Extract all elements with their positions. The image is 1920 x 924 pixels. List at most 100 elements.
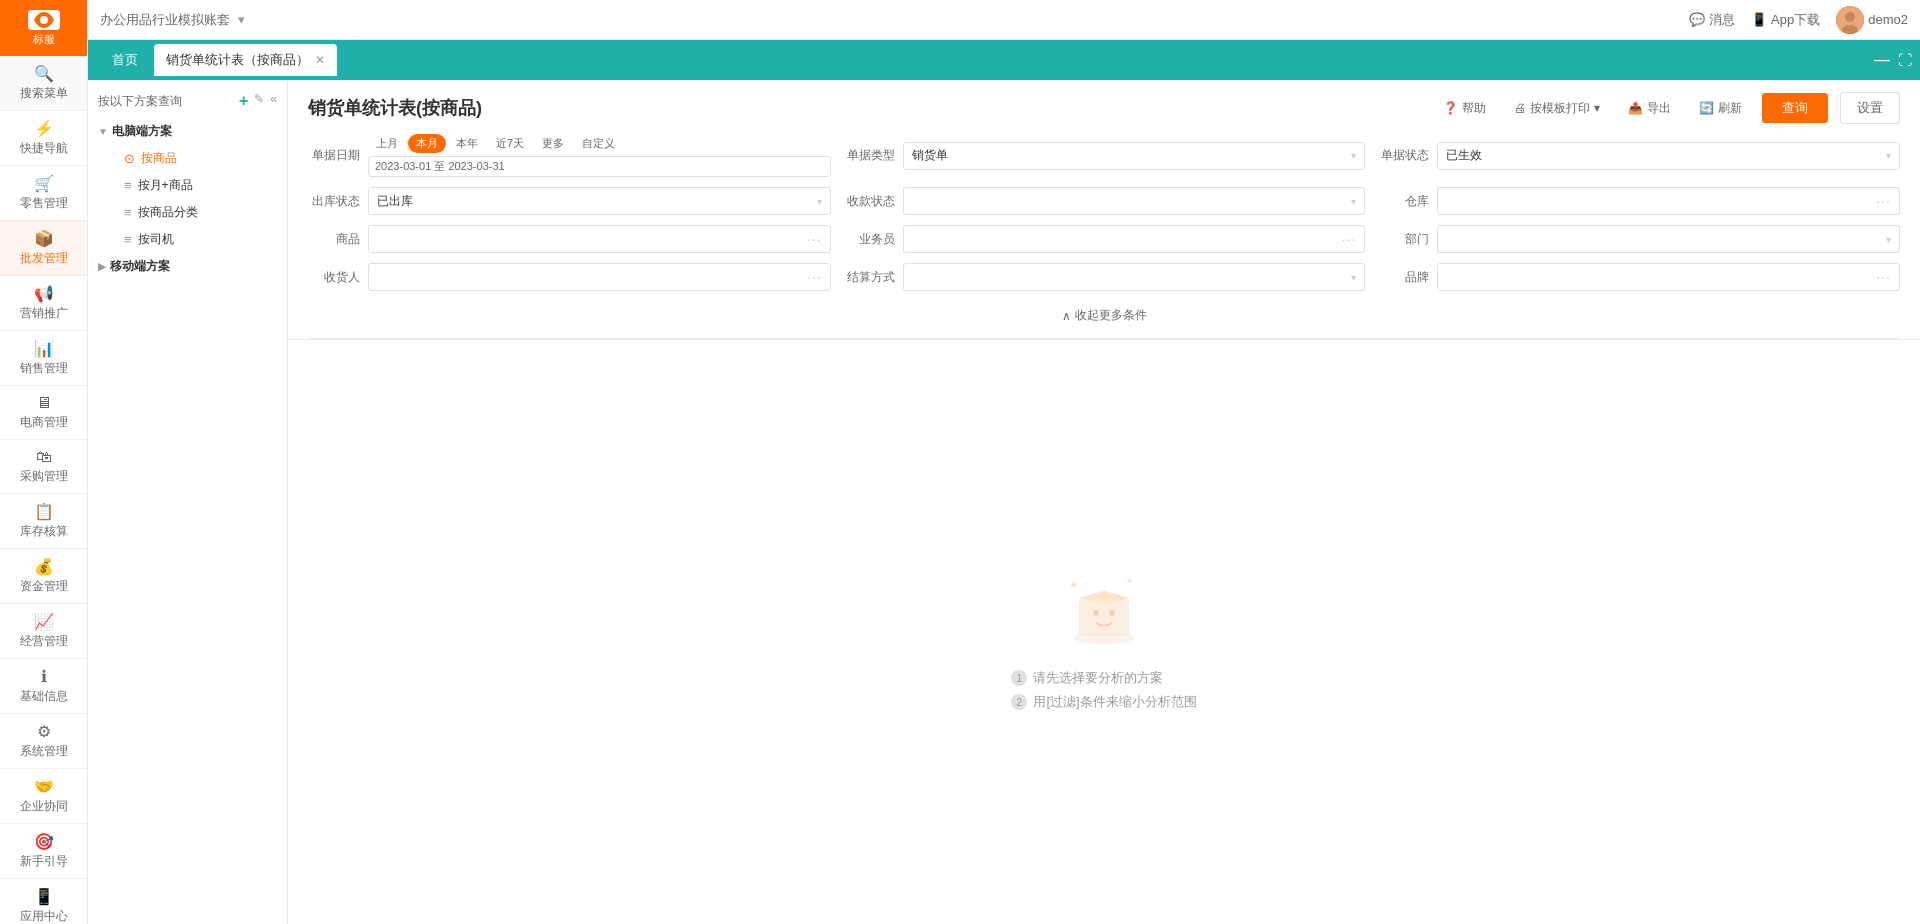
tree-pc-scheme[interactable]: ▼ 电脑端方案 xyxy=(88,118,287,145)
avatar xyxy=(1836,6,1864,34)
field-salesperson: 业务员 ··· xyxy=(843,225,1366,253)
single-type-label: 单据类型 xyxy=(843,147,895,164)
sidebar-label-operations: 经营管理 xyxy=(20,633,68,650)
query-button[interactable]: 查询 xyxy=(1762,93,1828,123)
sidebar-item-purchase[interactable]: 🛍 采购管理 xyxy=(0,440,87,494)
help-button[interactable]: ❓ 帮助 xyxy=(1435,96,1494,121)
sidebar-item-app-center[interactable]: 📱 应用中心 xyxy=(0,879,87,924)
sidebar-item-marketing[interactable]: 📢 营销推广 xyxy=(0,276,87,331)
tab-maximize-icon[interactable]: ⛶ xyxy=(1898,52,1912,68)
product-input[interactable]: ··· xyxy=(368,225,831,253)
sidebar-item-system[interactable]: ⚙ 系统管理 xyxy=(0,714,87,769)
tab-minimize-icon[interactable]: — xyxy=(1874,51,1890,69)
field-department: 部门 ▾ xyxy=(1377,225,1900,253)
brand-input[interactable]: ··· xyxy=(1437,263,1900,291)
tree-by-month-product[interactable]: ≡ 按月+商品 xyxy=(88,172,287,199)
date-tab-custom[interactable]: 自定义 xyxy=(574,134,623,153)
tree-mobile-scheme[interactable]: ▶ 移动端方案 xyxy=(88,253,287,280)
export-button[interactable]: 📤 导出 xyxy=(1620,96,1679,121)
enterprise-icon: 🤝 xyxy=(34,777,54,796)
export-icon: 📤 xyxy=(1628,101,1643,115)
tab-close-icon[interactable]: ✕ xyxy=(315,53,325,67)
refresh-button[interactable]: 🔄 刷新 xyxy=(1691,96,1750,121)
sidebar-item-inventory[interactable]: 📋 库存核算 xyxy=(0,494,87,549)
date-range-display[interactable]: 2023-03-01 至 2023-03-31 xyxy=(368,156,831,177)
tree-by-cashier[interactable]: ≡ 按司机 xyxy=(88,226,287,253)
tab-sales-stats[interactable]: 销货单统计表（按商品） ✕ xyxy=(154,44,337,76)
tree-arrow-pc: ▼ xyxy=(98,126,108,137)
inventory-icon: 📋 xyxy=(34,502,54,521)
sidebar-item-wholesale[interactable]: 📦 批发管理 xyxy=(0,221,87,276)
by-month-product-icon: ≡ xyxy=(124,178,132,193)
product-label: 商品 xyxy=(308,231,360,248)
top-header: 办公用品行业模拟账套 ▾ 💬 消息 📱 App下载 de xyxy=(88,0,1920,40)
out-status-input[interactable]: 已出库 ▾ xyxy=(368,187,831,215)
main-area: 办公用品行业模拟账套 ▾ 💬 消息 📱 App下载 de xyxy=(88,0,1920,924)
filter-panel-title: 按以下方案查询 + ✎ « xyxy=(88,88,287,118)
settings-button[interactable]: 设置 xyxy=(1840,92,1900,124)
operations-icon: 📈 xyxy=(34,612,54,631)
print-template-button[interactable]: 🖨 按模板打印 ▾ xyxy=(1506,96,1608,121)
sidebar-item-newcomer[interactable]: 🎯 新手引导 xyxy=(0,824,87,879)
system-icon: ⚙ xyxy=(37,722,51,741)
brand-label: 品牌 xyxy=(1377,269,1429,286)
app-download-button[interactable]: 📱 App下载 xyxy=(1751,11,1820,29)
message-button[interactable]: 💬 消息 xyxy=(1689,11,1735,29)
by-product-category-icon: ≡ xyxy=(124,205,132,220)
app-download-label: App下载 xyxy=(1771,11,1820,29)
out-status-dropdown-icon: ▾ xyxy=(817,196,822,207)
salesperson-input[interactable]: ··· xyxy=(903,225,1366,253)
date-tab-last-month[interactable]: 上月 xyxy=(368,134,406,153)
by-product-icon: ⊙ xyxy=(124,151,135,166)
filter-add-icon[interactable]: + xyxy=(239,92,248,110)
tab-home[interactable]: 首页 xyxy=(96,44,154,76)
sidebar-item-search-menu[interactable]: 🔍 搜索菜单 xyxy=(0,56,87,111)
department-dropdown-icon: ▾ xyxy=(1886,234,1891,245)
quick-nav-icon: ⚡ xyxy=(34,119,54,138)
purchase-icon: 🛍 xyxy=(36,448,52,466)
consignee-input[interactable]: ··· xyxy=(368,263,831,291)
payment-status-input[interactable]: ▾ xyxy=(903,187,1366,215)
department-input[interactable]: ▾ xyxy=(1437,225,1900,253)
user-profile[interactable]: demo2 xyxy=(1836,6,1908,34)
date-tab-this-year[interactable]: 本年 xyxy=(448,134,486,153)
out-status-label: 出库状态 xyxy=(308,193,360,210)
sidebar-item-operations[interactable]: 📈 经营管理 xyxy=(0,604,87,659)
date-tab-more[interactable]: 更多 xyxy=(534,134,572,153)
newcomer-icon: 🎯 xyxy=(34,832,54,851)
single-status-dropdown-icon: ▾ xyxy=(1886,150,1891,161)
single-status-value: 已生效 xyxy=(1446,147,1482,164)
app-subtitle: 标服 xyxy=(33,32,55,47)
sidebar-item-retail[interactable]: 🛒 零售管理 xyxy=(0,166,87,221)
tree-by-product[interactable]: ⊙ 按商品 xyxy=(88,145,287,172)
warehouse-dots-icon: ··· xyxy=(1876,193,1891,209)
dropdown-arrow-icon[interactable]: ▾ xyxy=(238,12,245,27)
warehouse-label: 仓库 xyxy=(1377,193,1429,210)
warehouse-input[interactable]: ··· xyxy=(1437,187,1900,215)
collapse-filter-button[interactable]: ∧ 收起更多条件 xyxy=(308,301,1900,330)
svg-point-2 xyxy=(1845,12,1855,22)
tree-by-product-category[interactable]: ≡ 按商品分类 xyxy=(88,199,287,226)
sidebar-item-enterprise[interactable]: 🤝 企业协同 xyxy=(0,769,87,824)
finance-icon: 💰 xyxy=(34,557,54,576)
settlement-input[interactable]: ▾ xyxy=(903,263,1366,291)
sidebar-label-search-menu: 搜索菜单 xyxy=(20,85,68,102)
filter-collapse-icon[interactable]: « xyxy=(270,92,277,110)
date-tabs-row: 上月 本月 本年 近7天 更多 自定义 xyxy=(368,134,831,153)
sidebar-item-basic-info[interactable]: ℹ 基础信息 xyxy=(0,659,87,714)
sidebar-item-ecommerce[interactable]: 🖥 电商管理 xyxy=(0,386,87,440)
single-type-input[interactable]: 销货单 ▾ xyxy=(903,142,1366,170)
sidebar-item-quick-nav[interactable]: ⚡ 快捷导航 xyxy=(0,111,87,166)
date-tab-this-month[interactable]: 本月 xyxy=(408,134,446,153)
user-label: demo2 xyxy=(1868,12,1908,27)
by-product-category-label: 按商品分类 xyxy=(138,204,198,221)
single-status-input[interactable]: 已生效 ▾ xyxy=(1437,142,1900,170)
date-tab-7days[interactable]: 近7天 xyxy=(488,134,532,153)
sidebar-item-sales-mgmt[interactable]: 📊 销售管理 xyxy=(0,331,87,386)
field-brand: 品牌 ··· xyxy=(1377,263,1900,291)
svg-text:★: ★ xyxy=(1069,579,1078,590)
header-left: 办公用品行业模拟账套 ▾ xyxy=(100,11,245,29)
sidebar-item-finance[interactable]: 💰 资金管理 xyxy=(0,549,87,604)
filter-edit-icon[interactable]: ✎ xyxy=(254,92,264,110)
svg-point-9 xyxy=(1093,610,1099,616)
